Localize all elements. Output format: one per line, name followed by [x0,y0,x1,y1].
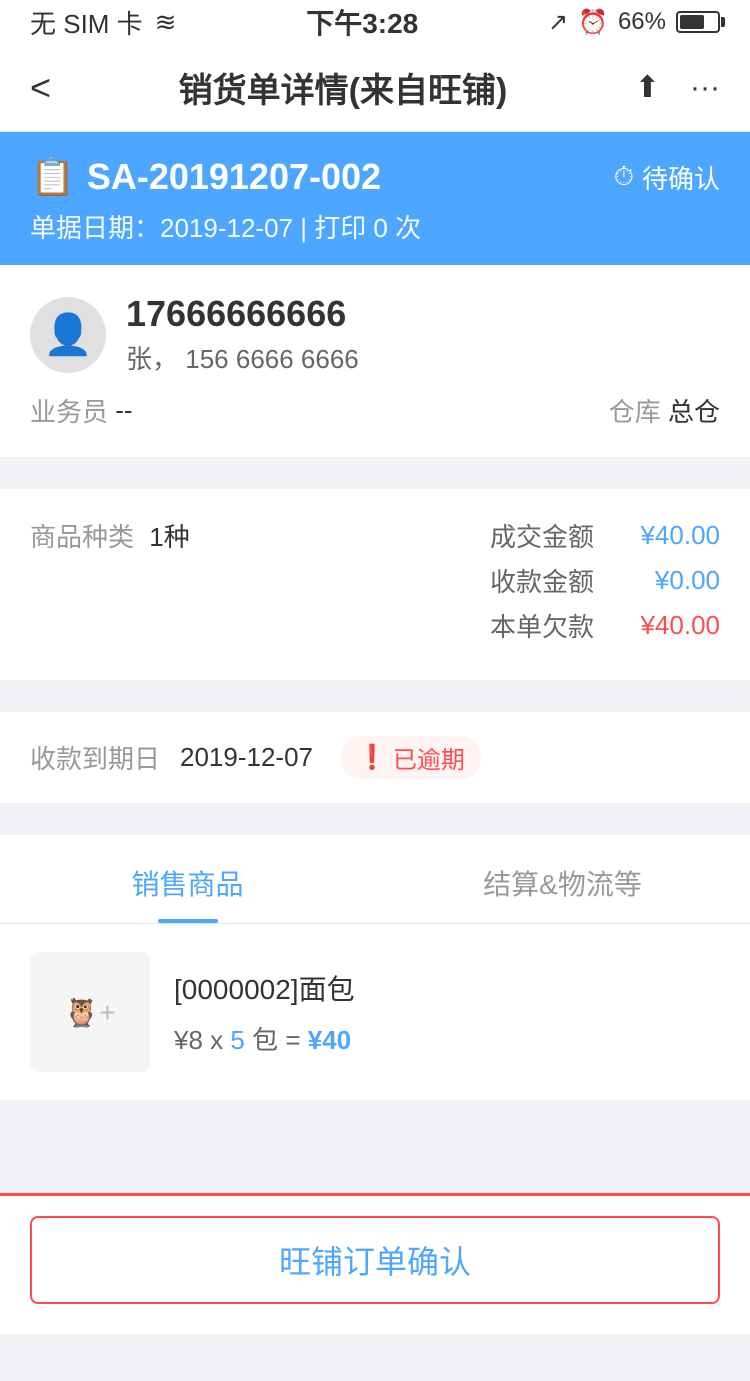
confirm-button-wrap: 旺铺订单确认 [0,1193,750,1334]
trade-amount-row: 成交金额 ¥40.00 [490,517,720,554]
customer-card: 👤 17666666666 张， 156 6666 6666 业务员 -- 仓库… [0,265,750,457]
owed-amount-row: 本单欠款 ¥40.00 [490,607,720,644]
trade-amount-value: ¥40.00 [610,520,720,551]
owed-amount-label: 本单欠款 [490,607,594,644]
share-button[interactable]: ⬆ [635,70,660,105]
separator-2 [0,696,750,712]
due-date-card: 收款到期日 2019-12-07 ❗ 已逾期 [0,712,750,803]
battery-label: 66% [618,8,666,36]
line-total: ¥40 [308,1025,351,1055]
customer-meta: 业务员 -- 仓库 总仓 [30,392,720,429]
alarm-icon: ⏰ [578,8,608,37]
collected-amount-label: 收款金额 [490,562,594,599]
page-title: 销货单详情(来自旺铺) [179,63,508,112]
customer-top: 👤 17666666666 张， 156 6666 6666 [30,293,720,376]
separator-3 [0,819,750,835]
overdue-badge: ❗ 已逾期 [341,736,481,779]
avatar-icon: 👤 [43,311,93,358]
order-id-value: SA-20191207-002 [87,156,381,198]
wifi-icon: ≋ [155,7,177,38]
due-date-value: 2019-12-07 [180,742,313,773]
nav-bar: < 销货单详情(来自旺铺) ⬆ ··· [0,44,750,132]
product-price: ¥8 x 5 包 = ¥40 [174,1020,720,1057]
multiply-sign: x [210,1025,230,1055]
nav-actions: ⬆ ··· [635,70,720,105]
equals-sign: = [285,1025,307,1055]
customer-name-phone: 张， 156 6666 6666 [126,339,359,376]
product-name: [0000002]面包 [174,968,720,1008]
avatar: 👤 [30,297,106,373]
customer-name: 张 [126,344,152,374]
tabs-container: 销售商品 结算&物流等 [0,835,750,924]
order-id: 📋 SA-20191207-002 [30,156,381,198]
battery-icon [676,11,720,33]
trade-amount-label: 成交金额 [490,517,594,554]
warning-icon: ❗ [357,743,387,772]
collected-amount-value: ¥0.00 [610,565,720,596]
summary-right: 成交金额 ¥40.00 收款金额 ¥0.00 本单欠款 ¥40.00 [490,517,720,652]
time-label: 下午3:28 [306,2,418,42]
order-date: 单据日期：2019-12-07 | 打印 0 次 [30,208,720,245]
carrier-label: 无 SIM 卡 [30,4,143,41]
salesperson-label: 业务员 [30,392,108,429]
due-date-label: 收款到期日 [30,739,160,776]
separator-1 [0,473,750,489]
owed-amount-value: ¥40.00 [610,610,720,641]
quantity: 5 [230,1025,244,1055]
product-item: 🦉+ [0000002]面包 ¥8 x 5 包 = ¥40 [0,924,750,1101]
clock-icon: ⏱ [614,161,634,193]
status-bar: 无 SIM 卡 ≋ 下午3:28 ↗ ⏰ 66% [0,0,750,44]
collected-amount-row: 收款金额 ¥0.00 [490,562,720,599]
product-types-value: 1种 [149,522,189,552]
product-info: [0000002]面包 ¥8 x 5 包 = ¥40 [174,968,720,1057]
product-thumb-icon: 🦉+ [64,996,115,1029]
order-header-top: 📋 SA-20191207-002 ⏱ 待确认 [30,156,720,198]
location-icon: ↗ [548,8,568,37]
status-bar-left: 无 SIM 卡 ≋ [30,4,176,41]
summary-card: 商品种类 1种 成交金额 ¥40.00 收款金额 ¥0.00 本单欠款 ¥40.… [0,489,750,680]
unit: 包 [252,1025,278,1055]
status-bar-right: ↗ ⏰ 66% [548,8,720,37]
order-status-label: 待确认 [642,159,720,196]
overdue-label: 已逾期 [393,740,465,775]
order-status: ⏱ 待确认 [614,159,720,196]
product-types-label: 商品种类 [30,522,134,552]
tab-settlement-label: 结算&物流等 [483,869,642,900]
customer-alt-phone: 156 6666 6666 [185,344,359,374]
tab-sales-product[interactable]: 销售商品 [0,835,375,923]
warehouse-label: 仓库 [609,392,661,429]
customer-info: 17666666666 张， 156 6666 6666 [126,293,359,376]
back-button[interactable]: < [30,67,51,109]
confirm-order-button[interactable]: 旺铺订单确认 [30,1216,720,1304]
customer-phone: 17666666666 [126,293,359,335]
tab-settlement[interactable]: 结算&物流等 [375,835,750,923]
product-list: 🦉+ [0000002]面包 ¥8 x 5 包 = ¥40 [0,924,750,1101]
unit-price: ¥8 [174,1025,203,1055]
tab-sales-product-label: 销售商品 [131,869,243,900]
warehouse-value: 总仓 [668,392,720,429]
order-icon: 📋 [30,156,75,198]
salesperson-value: -- [115,395,132,426]
more-button[interactable]: ··· [690,71,720,105]
product-thumbnail: 🦉+ [30,952,150,1072]
order-header: 📋 SA-20191207-002 ⏱ 待确认 单据日期：2019-12-07 … [0,132,750,265]
summary-left: 商品种类 1种 [30,517,190,554]
